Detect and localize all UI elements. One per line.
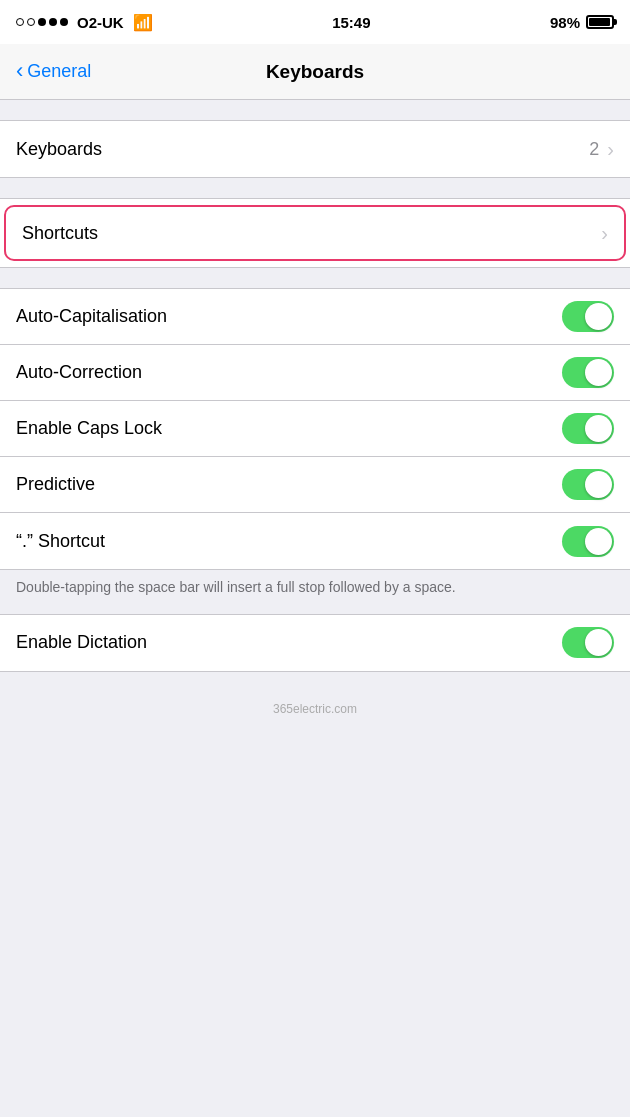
keyboards-section: Keyboards 2 › xyxy=(0,120,630,178)
keyboards-label: Keyboards xyxy=(16,139,102,160)
predictive-row: Predictive xyxy=(0,457,630,513)
auto-capitalisation-toggle[interactable] xyxy=(562,301,614,332)
shortcuts-label: Shortcuts xyxy=(22,223,98,244)
auto-capitalisation-label: Auto-Capitalisation xyxy=(16,306,167,327)
toggle-knob-5 xyxy=(585,528,612,555)
period-shortcut-note-text: Double-tapping the space bar will insert… xyxy=(16,579,456,595)
auto-correction-row: Auto-Correction xyxy=(0,345,630,401)
back-button[interactable]: ‹ General xyxy=(16,61,91,82)
toggle-knob-6 xyxy=(585,629,612,656)
enable-caps-lock-label: Enable Caps Lock xyxy=(16,418,162,439)
enable-dictation-toggle[interactable] xyxy=(562,627,614,658)
keyboards-value: 2 xyxy=(589,139,599,160)
keyboards-right: 2 › xyxy=(589,138,614,161)
period-shortcut-row: “.” Shortcut xyxy=(0,513,630,569)
keyboards-chevron-icon: › xyxy=(607,138,614,161)
status-time: 15:49 xyxy=(332,14,370,31)
dot-5 xyxy=(60,18,68,26)
auto-capitalisation-row: Auto-Capitalisation xyxy=(0,289,630,345)
status-bar: O2-UK 📶 15:49 98% xyxy=(0,0,630,44)
back-chevron-icon: ‹ xyxy=(16,60,23,82)
enable-caps-lock-toggle[interactable] xyxy=(562,413,614,444)
toggle-knob-3 xyxy=(585,415,612,442)
period-shortcut-note: Double-tapping the space bar will insert… xyxy=(0,570,630,614)
dot-1 xyxy=(16,18,24,26)
status-left: O2-UK 📶 xyxy=(16,13,153,32)
status-right: 98% xyxy=(550,14,614,31)
shortcuts-chevron-icon: › xyxy=(601,222,608,245)
nav-title: Keyboards xyxy=(266,61,364,83)
predictive-label: Predictive xyxy=(16,474,95,495)
enable-caps-lock-row: Enable Caps Lock xyxy=(0,401,630,457)
signal-dots xyxy=(16,18,68,26)
toggle-knob xyxy=(585,303,612,330)
keyboards-row[interactable]: Keyboards 2 › xyxy=(0,121,630,177)
predictive-toggle[interactable] xyxy=(562,469,614,500)
dot-4 xyxy=(49,18,57,26)
back-label: General xyxy=(27,61,91,82)
auto-correction-toggle[interactable] xyxy=(562,357,614,388)
battery-percent: 98% xyxy=(550,14,580,31)
watermark-text: 365electric.com xyxy=(273,702,357,716)
enable-dictation-row: Enable Dictation xyxy=(0,615,630,671)
content: Keyboards 2 › Shortcuts › Auto-Capitalis… xyxy=(0,100,630,726)
dot-3 xyxy=(38,18,46,26)
wifi-icon: 📶 xyxy=(133,13,153,32)
carrier-label: O2-UK xyxy=(77,14,124,31)
period-shortcut-toggle[interactable] xyxy=(562,526,614,557)
period-shortcut-label: “.” Shortcut xyxy=(16,531,105,552)
enable-dictation-label: Enable Dictation xyxy=(16,632,147,653)
shortcuts-row[interactable]: Shortcuts › xyxy=(4,205,626,261)
watermark: 365electric.com xyxy=(0,692,630,726)
settings-section: Auto-Capitalisation Auto-Correction Enab… xyxy=(0,288,630,570)
nav-bar: ‹ General Keyboards xyxy=(0,44,630,100)
battery-fill xyxy=(589,18,610,26)
auto-correction-label: Auto-Correction xyxy=(16,362,142,383)
dot-2 xyxy=(27,18,35,26)
battery-icon xyxy=(586,15,614,29)
dictation-section: Enable Dictation xyxy=(0,614,630,672)
toggle-knob-2 xyxy=(585,359,612,386)
toggle-knob-4 xyxy=(585,471,612,498)
shortcuts-section: Shortcuts › xyxy=(0,198,630,268)
